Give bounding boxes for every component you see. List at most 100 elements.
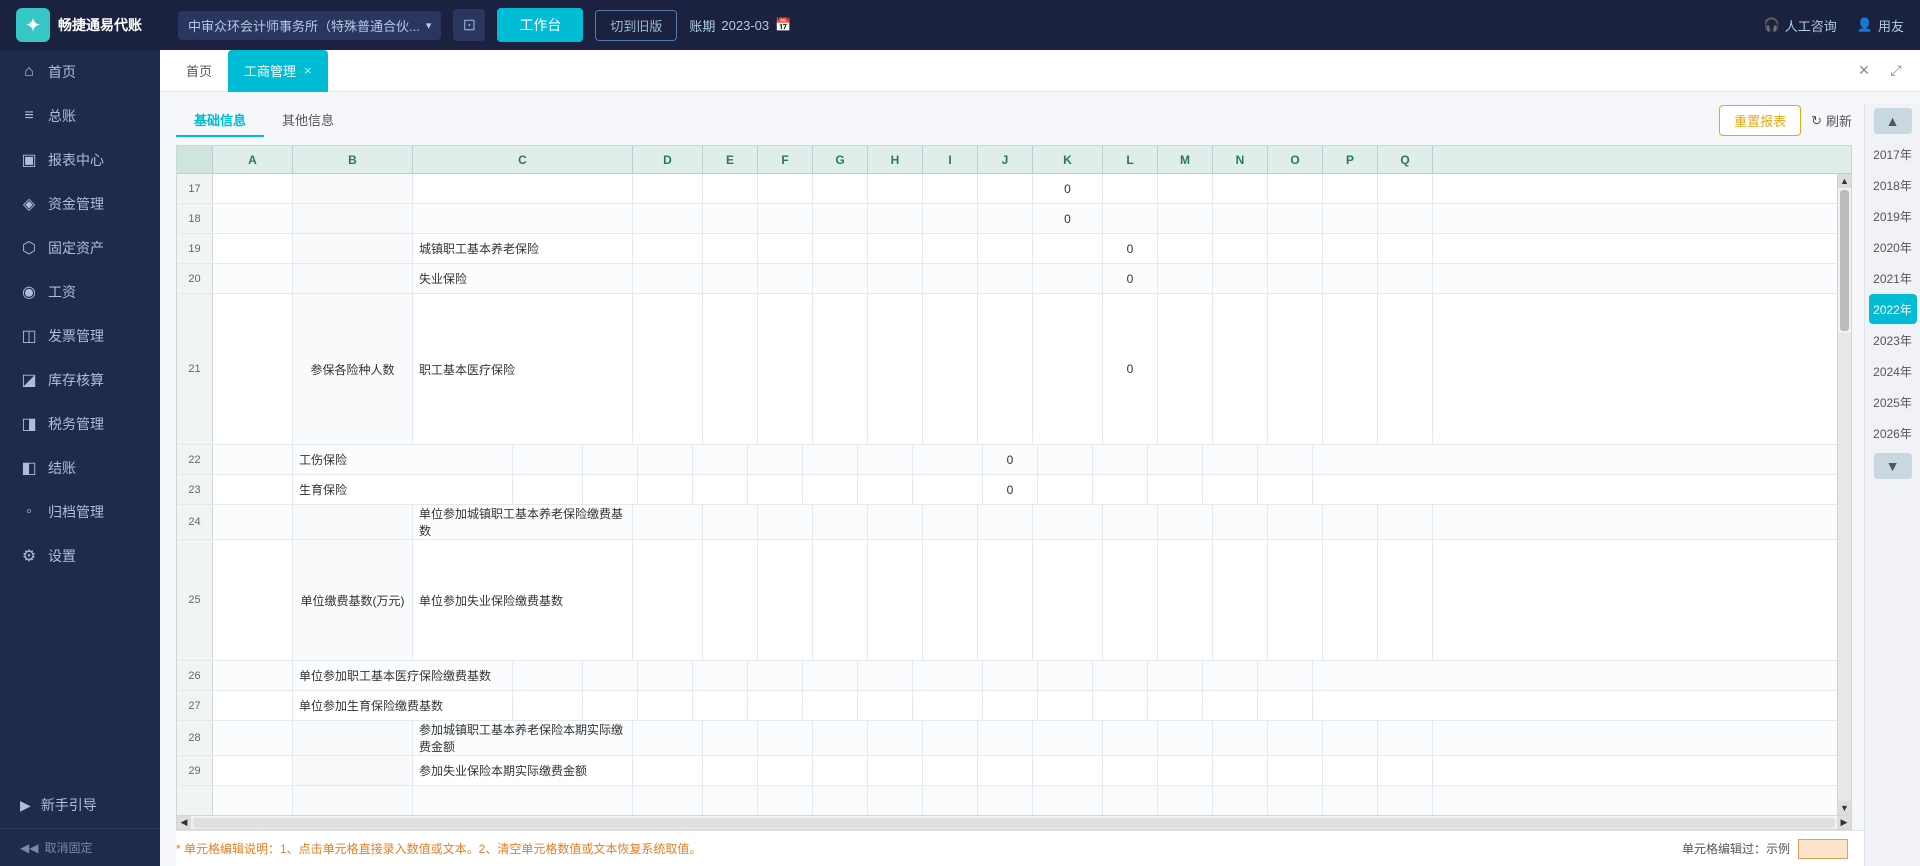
cell-g[interactable] [813,234,868,263]
cell-f[interactable] [758,174,813,203]
cell-q[interactable] [1378,505,1433,539]
cell-p[interactable] [1323,505,1378,539]
sidebar-item-settings[interactable]: ⚙设置 [0,534,160,578]
cell-m[interactable] [1158,174,1213,203]
cell-n[interactable] [1213,505,1268,539]
cell-e[interactable] [703,756,758,785]
h-scroll-track[interactable] [193,818,1835,828]
cell-o[interactable] [1268,721,1323,755]
cell-o[interactable] [1268,204,1323,233]
cell-d[interactable] [633,786,703,815]
v-scrollbar[interactable]: ▲ ▼ [1837,174,1851,815]
cell-i[interactable] [923,204,978,233]
tab-active[interactable]: 工商管理 × [228,50,328,92]
cell-j[interactable] [978,786,1033,815]
cell-h[interactable] [868,174,923,203]
cell-i[interactable] [923,721,978,755]
cell-e[interactable] [583,445,638,474]
cell-p[interactable] [1323,174,1378,203]
cell-g[interactable] [693,661,748,690]
cell-h[interactable] [868,721,923,755]
cell-g[interactable] [813,204,868,233]
year-nav-down[interactable]: ▼ [1874,453,1912,479]
cell-k[interactable] [913,661,983,690]
cell-n[interactable] [1213,204,1268,233]
cell-m[interactable] [1038,691,1093,720]
cell-k[interactable] [1033,505,1103,539]
cell-f[interactable] [758,234,813,263]
cell-p[interactable] [1203,691,1258,720]
cell-a[interactable] [213,505,293,539]
cell-h[interactable] [868,786,923,815]
cell-q[interactable] [1378,721,1433,755]
tab-close-icon[interactable]: × [304,63,312,78]
spreadsheet-body[interactable]: 17018019城镇职工基本养老保险020失业保险021参保各险种人数职工基本医… [177,174,1837,815]
cell-a[interactable] [213,540,293,660]
cell-p[interactable] [1323,294,1378,444]
sidebar-item-wage[interactable]: ◉工资 [0,270,160,314]
v-scroll-up-button[interactable]: ▲ [1838,174,1851,188]
cell-q[interactable] [1378,264,1433,293]
cell-f[interactable] [758,540,813,660]
cell-c[interactable]: 参加职工基本医疗保险本期实际缴费金额 [413,786,633,815]
cell-n[interactable] [1213,540,1268,660]
cell-k[interactable] [913,445,983,474]
cell-f[interactable] [758,505,813,539]
cell-q[interactable] [1378,756,1433,785]
cell-h[interactable] [868,204,923,233]
cell-k[interactable] [1033,294,1103,444]
cell-o[interactable] [1268,786,1323,815]
cell-a[interactable] [213,234,293,263]
cell-o[interactable] [1148,661,1203,690]
tab-home[interactable]: 首页 [170,50,228,92]
cell-b[interactable] [293,721,413,755]
doc-icon[interactable]: ⊡ [453,9,485,41]
cell-l[interactable] [1103,505,1158,539]
cell-n[interactable] [1213,294,1268,444]
cell-m[interactable] [1038,445,1093,474]
cell-h[interactable] [748,661,803,690]
cell-c[interactable]: 参加城镇职工基本养老保险本期实际缴费金额 [413,721,633,755]
cell-e[interactable] [703,174,758,203]
cell-h[interactable] [748,691,803,720]
cell-n[interactable] [1213,264,1268,293]
cell-g[interactable] [813,174,868,203]
cell-o[interactable] [1148,445,1203,474]
cell-q[interactable] [1378,174,1433,203]
cell-k[interactable] [1033,721,1103,755]
cell-g[interactable] [813,294,868,444]
cell-f[interactable] [638,475,693,504]
cell-l[interactable] [1103,174,1158,203]
cell-a[interactable] [213,204,293,233]
cell-q[interactable] [1258,691,1313,720]
cell-e[interactable] [703,234,758,263]
cell-g[interactable] [813,505,868,539]
new-guide-item[interactable]: ▶ 新手引导 [0,782,160,828]
cell-f[interactable] [758,786,813,815]
cell-m[interactable] [1158,721,1213,755]
cell-n[interactable] [1093,691,1148,720]
cell-j[interactable] [978,264,1033,293]
year-item[interactable]: 2024年 [1869,356,1917,386]
cell-g[interactable] [813,721,868,755]
cell-q[interactable] [1258,445,1313,474]
cell-a[interactable] [213,475,293,504]
cell-c[interactable]: 单位参加生育保险缴费基数 [293,691,513,720]
cell-c[interactable]: 单位参加城镇职工基本养老保险缴费基数 [413,505,633,539]
cell-e[interactable] [703,786,758,815]
cell-c[interactable]: 生育保险 [293,475,513,504]
cell-q[interactable] [1378,786,1433,815]
sidebar-item-report[interactable]: ▣报表中心 [0,138,160,182]
year-item[interactable]: 2021年 [1869,263,1917,293]
cell-o[interactable] [1268,505,1323,539]
cell-h[interactable] [868,234,923,263]
cell-h[interactable] [748,475,803,504]
cell-g[interactable] [693,475,748,504]
cell-d[interactable] [633,540,703,660]
v-scroll-down-button[interactable]: ▼ [1838,801,1851,815]
cell-d[interactable] [633,294,703,444]
cell-k[interactable] [913,475,983,504]
reset-report-button[interactable]: 重置报表 [1719,105,1801,136]
cell-g[interactable] [813,540,868,660]
cell-p[interactable] [1203,475,1258,504]
